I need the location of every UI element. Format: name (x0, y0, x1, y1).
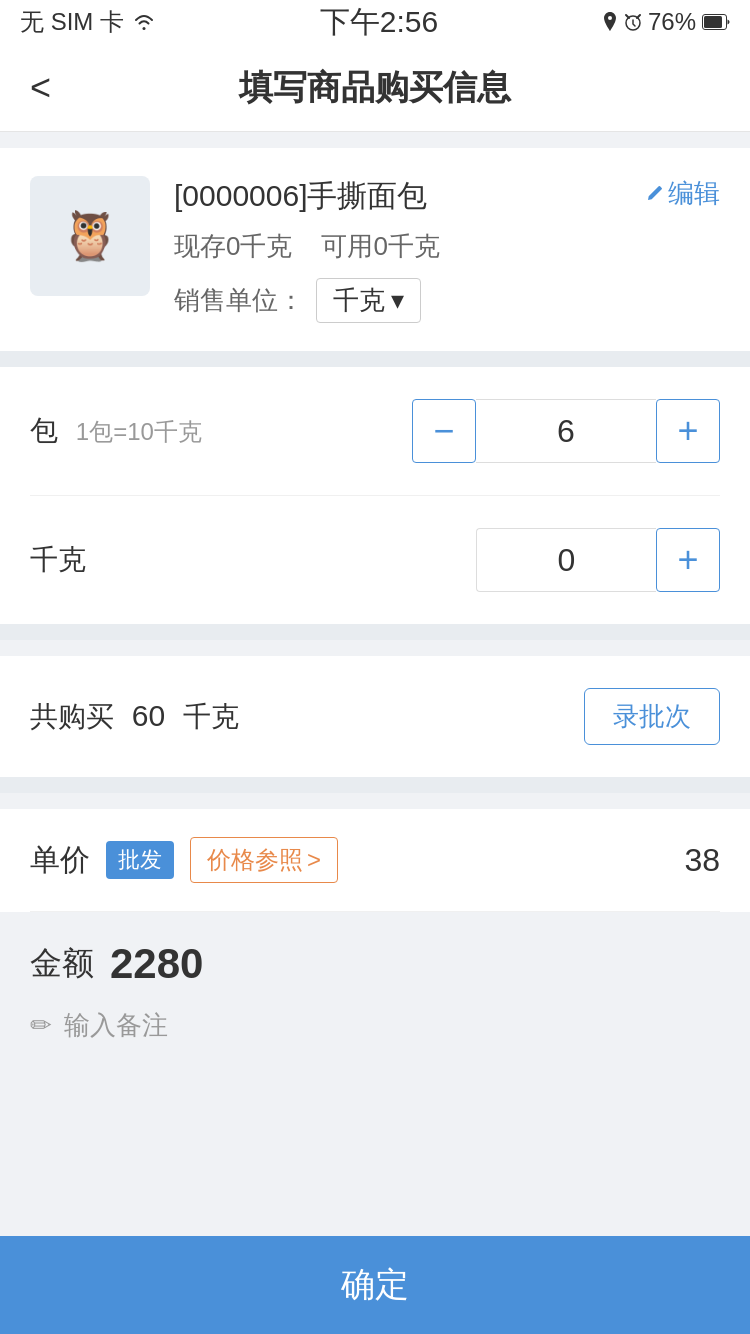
battery-text: 76% (648, 8, 696, 36)
price-ref-label: 价格参照 (207, 844, 303, 876)
price-ref-button[interactable]: 价格参照 > (190, 837, 338, 883)
total-amount: 60 (132, 699, 165, 732)
quantity-control-kg: + (476, 528, 720, 592)
product-info: [0000006]手撕面包 编辑 现存0千克 可用0千克 销售单位： 千克 ▾ (174, 176, 720, 323)
divider-2 (0, 624, 750, 640)
total-row: 共购买 60 千克 录批次 (30, 656, 720, 777)
available-label: 可用0千克 (321, 231, 439, 261)
stock-label: 现存0千克 (174, 231, 292, 261)
price-row: 单价 批发 价格参照 > 38 (30, 837, 720, 912)
price-section: 单价 批发 价格参照 > 38 (0, 809, 750, 912)
quantity-control-bao: − + (412, 399, 720, 463)
product-stock: 现存0千克 可用0千克 (174, 229, 720, 264)
increment-bao-button[interactable]: + (656, 399, 720, 463)
total-label: 共购买 (30, 701, 114, 732)
svg-rect-2 (704, 16, 722, 28)
remark-edit-icon: ✏ (30, 1010, 52, 1041)
confirm-button[interactable]: 确定 (0, 1236, 750, 1334)
wifi-icon (132, 13, 156, 31)
quantity-row-bao: 包 1包=10千克 − + (30, 367, 720, 496)
product-image: 🦉 (30, 176, 150, 296)
price-type-tag: 批发 (106, 841, 174, 879)
edit-icon (644, 184, 664, 204)
quantity-label-text-bao: 包 (30, 415, 58, 446)
status-time: 下午2:56 (320, 2, 438, 43)
status-carrier: 无 SIM 卡 (20, 6, 156, 38)
unit-chevron-icon: ▾ (391, 285, 404, 316)
back-button[interactable]: < (30, 67, 51, 109)
unit-value: 千克 (333, 283, 385, 318)
product-owl-icon: 🦉 (60, 208, 120, 264)
divider-1 (0, 351, 750, 367)
quantity-input-bao[interactable] (476, 399, 656, 463)
total-unit: 千克 (183, 701, 239, 732)
decrement-bao-button[interactable]: − (412, 399, 476, 463)
amount-row: 金额 2280 (30, 940, 720, 988)
amount-section: 金额 2280 ✏ 输入备注 (0, 912, 750, 1071)
status-bar: 无 SIM 卡 下午2:56 76% (0, 0, 750, 44)
quantity-label-text-kg: 千克 (30, 544, 86, 575)
carrier-text: 无 SIM 卡 (20, 6, 124, 38)
divider-3 (0, 777, 750, 793)
amount-value: 2280 (110, 940, 203, 988)
remark-row[interactable]: ✏ 输入备注 (30, 1008, 720, 1043)
nav-bar: < 填写商品购买信息 (0, 44, 750, 132)
remark-placeholder: 输入备注 (64, 1008, 168, 1043)
edit-button[interactable]: 编辑 (644, 176, 720, 211)
batch-button[interactable]: 录批次 (584, 688, 720, 745)
amount-label: 金额 (30, 942, 94, 986)
unit-select[interactable]: 千克 ▾ (316, 278, 421, 323)
edit-label: 编辑 (668, 176, 720, 211)
location-icon (602, 12, 618, 32)
increment-kg-button[interactable]: + (656, 528, 720, 592)
product-unit-row: 销售单位： 千克 ▾ (174, 278, 720, 323)
battery-icon (702, 14, 730, 30)
total-section: 共购买 60 千克 录批次 (0, 656, 750, 777)
product-full-name: [0000006]手撕面包 (174, 176, 644, 217)
unit-label: 销售单位： (174, 283, 304, 318)
total-label-group: 共购买 60 千克 (30, 698, 239, 736)
quantity-label-bao: 包 1包=10千克 (30, 412, 202, 450)
product-card: 🦉 [0000006]手撕面包 编辑 现存0千克 可用0千克 销售单位： 千克 … (0, 148, 750, 351)
status-right: 76% (602, 8, 730, 36)
quantity-label-kg: 千克 (30, 541, 86, 579)
page-title: 填写商品购买信息 (239, 65, 511, 111)
quantity-input-kg[interactable] (476, 528, 656, 592)
price-label: 单价 (30, 840, 90, 881)
product-name-row: [0000006]手撕面包 编辑 (174, 176, 720, 217)
quantity-row-kg: 千克 + (30, 496, 720, 624)
price-value: 38 (684, 842, 720, 879)
price-ref-arrow-icon: > (307, 846, 321, 874)
alarm-icon (624, 12, 642, 32)
quantity-hint-bao: 1包=10千克 (76, 418, 202, 445)
quantity-section: 包 1包=10千克 − + 千克 + (0, 367, 750, 624)
